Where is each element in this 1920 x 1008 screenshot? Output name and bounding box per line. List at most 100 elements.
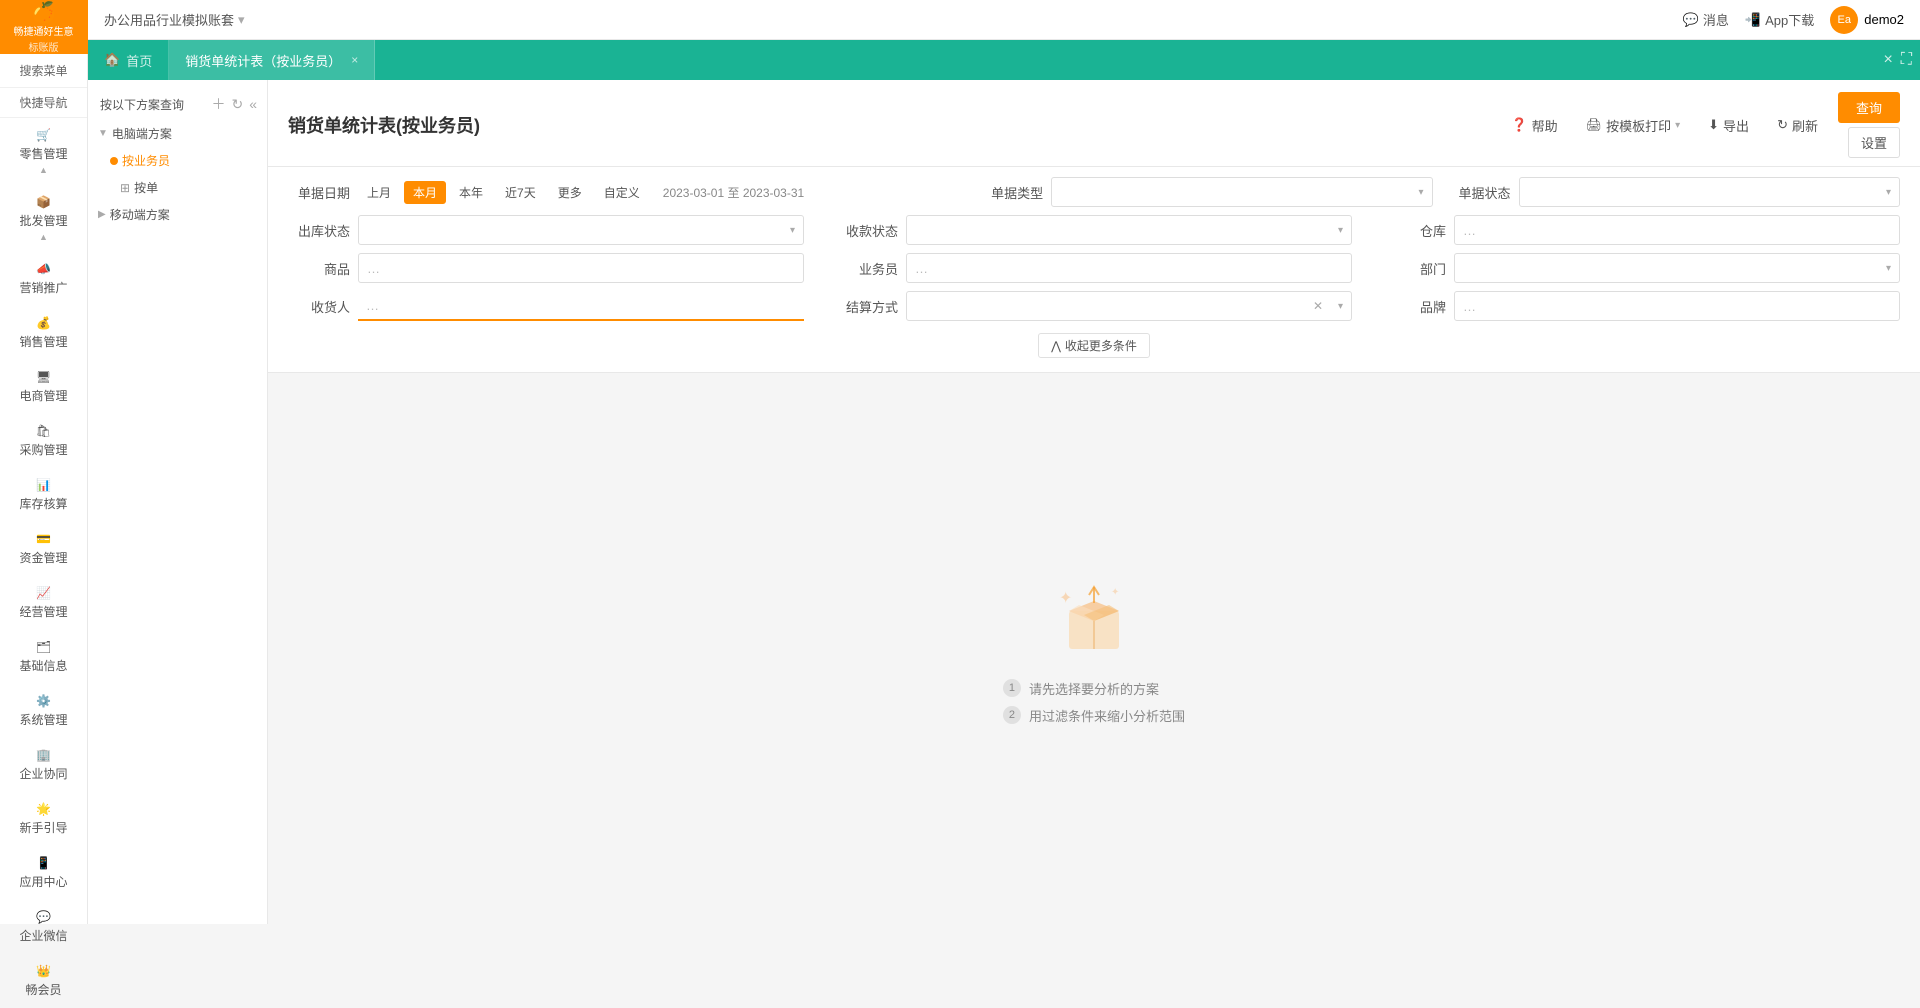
print-button[interactable]: 🖨 按模板打印 ▾ bbox=[1578, 112, 1689, 139]
filter-receipt-status-col: 收款状态 ▾ bbox=[836, 215, 1352, 245]
tab-sales-stat[interactable]: 销货单统计表（按业务员） × bbox=[169, 40, 375, 80]
sales-icon: 💰 bbox=[36, 316, 51, 330]
app-download-button[interactable]: 📲 App下载 bbox=[1745, 10, 1814, 29]
sidebar-search[interactable]: 搜索菜单 bbox=[0, 54, 87, 88]
export-icon: ⬇ bbox=[1708, 117, 1719, 133]
system-icon: ⚙️ bbox=[36, 694, 51, 708]
collapse-panel-icon[interactable]: « bbox=[249, 96, 257, 112]
date-tab-last-month[interactable]: 上月 bbox=[358, 181, 400, 204]
settle-input[interactable]: ✕ ▾ bbox=[906, 291, 1352, 321]
date-tab-this-year[interactable]: 本年 bbox=[450, 181, 492, 204]
topbar-dropdown-icon[interactable]: ▾ bbox=[238, 12, 245, 28]
salesman-input[interactable]: … bbox=[906, 253, 1352, 283]
settle-label: 结算方式 bbox=[836, 297, 906, 316]
add-scheme-icon[interactable]: ＋ bbox=[211, 94, 225, 114]
sidebar-item-newbie[interactable]: 🌟 新手引导 bbox=[0, 792, 87, 846]
tabbar-controls: × ⛶ bbox=[1875, 40, 1920, 80]
date-filter: 上月 本月 本年 近7天 更多 自定义 2023-03-01 至 2023-03… bbox=[358, 181, 804, 204]
sidebar: 🍊 畅捷通好生意 标账版 搜索菜单 快捷导航 🛒 零售管理 ▲ 📦 批发管理 ▲… bbox=[0, 0, 88, 924]
receipt-status-input[interactable]: ▾ bbox=[906, 215, 1352, 245]
sidebar-item-corp[interactable]: 🏢 企业协同 bbox=[0, 738, 87, 792]
sidebar-item-ops[interactable]: 📈 经营管理 bbox=[0, 576, 87, 630]
sidebar-quick-nav[interactable]: 快捷导航 bbox=[0, 88, 87, 118]
sidebar-item-purchase[interactable]: 🛍 采购管理 bbox=[0, 414, 87, 468]
sidebar-item-wholesale[interactable]: 📦 批发管理 ▲ bbox=[0, 185, 87, 252]
hint-2: 2 用过滤条件来缩小分析范围 bbox=[1003, 706, 1185, 725]
date-tab-more[interactable]: 更多 bbox=[549, 181, 591, 204]
help-button[interactable]: ❓ 帮助 bbox=[1503, 112, 1565, 139]
dept-label: 部门 bbox=[1384, 259, 1454, 278]
date-tab-custom[interactable]: 自定义 bbox=[595, 181, 649, 204]
tree-item-salesman[interactable]: 按业务员 bbox=[88, 147, 267, 174]
doc-type-arrow-icon: ▾ bbox=[1419, 187, 1424, 198]
sidebar-item-sales[interactable]: 💰 销售管理 bbox=[0, 306, 87, 360]
left-panel-icons: ＋ ↻ « bbox=[211, 94, 257, 114]
left-panel: 按以下方案查询 ＋ ↻ « ▼ 电脑端方案 按业务员 ⊞ 按单 bbox=[88, 80, 268, 924]
tab-expand-icon[interactable]: ⛶ bbox=[1901, 51, 1912, 69]
sidebar-item-basic[interactable]: 🗂 基础信息 bbox=[0, 630, 87, 684]
topbar-title: 办公用品行业模拟账套 ▾ bbox=[104, 10, 245, 29]
sidebar-item-marketing[interactable]: 📣 营销推广 bbox=[0, 252, 87, 306]
empty-hints: 1 请先选择要分析的方案 2 用过滤条件来缩小分析范围 bbox=[1003, 679, 1185, 725]
left-panel-title: 按以下方案查询 bbox=[100, 96, 184, 113]
page-actions: ❓ 帮助 🖨 按模板打印 ▾ ⬇ 导出 ↻ 刷新 bbox=[1503, 92, 1900, 158]
out-status-arrow-icon: ▾ bbox=[790, 225, 795, 236]
refresh-button[interactable]: ↻ 刷新 bbox=[1769, 112, 1826, 139]
tree-group-pc-header[interactable]: ▼ 电脑端方案 bbox=[88, 120, 267, 147]
date-tab-this-month[interactable]: 本月 bbox=[404, 181, 446, 204]
right-panel: 销货单统计表(按业务员) ❓ 帮助 🖨 按模板打印 ▾ ⬇ 导出 bbox=[268, 80, 1920, 924]
filter-consignee-col: 收货人 … bbox=[288, 291, 804, 321]
user-profile[interactable]: Ea demo2 bbox=[1830, 6, 1904, 34]
settle-clear-icon[interactable]: ✕ bbox=[1313, 299, 1323, 313]
basic-icon: 🗂 bbox=[36, 640, 51, 654]
sidebar-item-apps[interactable]: 📱 应用中心 bbox=[0, 846, 87, 900]
out-status-input[interactable]: ▾ bbox=[358, 215, 804, 245]
sidebar-item-system[interactable]: ⚙️ 系统管理 bbox=[0, 684, 87, 738]
date-range-display: 2023-03-01 至 2023-03-31 bbox=[663, 184, 804, 201]
filter-settle-col: 结算方式 ✕ ▾ bbox=[836, 291, 1352, 321]
sidebar-item-member[interactable]: 👑 畅会员 bbox=[0, 954, 87, 1008]
doc-type-input[interactable]: ▾ bbox=[1051, 177, 1432, 207]
warehouse-input[interactable]: … bbox=[1454, 215, 1900, 245]
wholesale-icon: 📦 bbox=[36, 195, 51, 209]
goods-input[interactable]: … bbox=[358, 253, 804, 283]
sidebar-item-wechat[interactable]: 💬 企业微信 bbox=[0, 900, 87, 954]
sidebar-item-finance[interactable]: 💳 资金管理 bbox=[0, 522, 87, 576]
main-area: 办公用品行业模拟账套 ▾ 💬 消息 📲 App下载 Ea demo2 🏠 首页 … bbox=[88, 0, 1920, 924]
tab-close-icon[interactable]: × bbox=[351, 53, 358, 67]
refresh-scheme-icon[interactable]: ↻ bbox=[231, 96, 243, 113]
svg-text:✦: ✦ bbox=[1111, 587, 1119, 598]
sidebar-item-inventory[interactable]: 📊 库存核算 bbox=[0, 468, 87, 522]
empty-illustration: ✦ ✦ bbox=[1049, 573, 1139, 663]
date-tab-7days[interactable]: 近7天 bbox=[496, 181, 545, 204]
message-button[interactable]: 💬 消息 bbox=[1683, 10, 1729, 29]
brand-input[interactable]: … bbox=[1454, 291, 1900, 321]
tab-home[interactable]: 🏠 首页 bbox=[88, 40, 169, 80]
filter-brand-col: 品牌 … bbox=[1384, 291, 1900, 321]
hint-1: 1 请先选择要分析的方案 bbox=[1003, 679, 1185, 698]
consignee-input[interactable]: … bbox=[358, 291, 804, 321]
query-button[interactable]: 查询 bbox=[1838, 92, 1900, 123]
logo-text: 畅捷通好生意 bbox=[14, 27, 74, 39]
tabbar: 🏠 首页 销货单统计表（按业务员） × × ⛶ bbox=[88, 40, 1920, 80]
tree-group-mobile-header[interactable]: ▶ 移动端方案 bbox=[88, 201, 267, 228]
help-icon: ❓ bbox=[1511, 117, 1527, 133]
collapse-button[interactable]: ⋀ 收起更多条件 bbox=[1038, 333, 1150, 358]
export-button[interactable]: ⬇ 导出 bbox=[1700, 112, 1757, 139]
doc-status-input[interactable]: ▾ bbox=[1519, 177, 1900, 207]
left-panel-header: 按以下方案查询 ＋ ↻ « bbox=[88, 88, 267, 120]
corp-icon: 🏢 bbox=[36, 748, 51, 762]
setting-button[interactable]: 设置 bbox=[1848, 127, 1900, 158]
grid-icon: ⊞ bbox=[120, 181, 130, 195]
filter-warehouse-col: 仓库 … bbox=[1384, 215, 1900, 245]
filter-doc-status-col: 单据状态 ▾ bbox=[1449, 177, 1900, 207]
salesman-label: 业务员 bbox=[836, 259, 906, 278]
dept-input[interactable]: ▾ bbox=[1454, 253, 1900, 283]
sidebar-item-retail[interactable]: 🛒 零售管理 ▲ bbox=[0, 118, 87, 185]
tree-item-order[interactable]: ⊞ 按单 bbox=[88, 174, 267, 201]
out-status-label: 出库状态 bbox=[288, 221, 358, 240]
dept-arrow-icon: ▾ bbox=[1886, 263, 1891, 274]
tree-collapse-icon: ▶ bbox=[98, 209, 106, 220]
sidebar-item-ecom[interactable]: 🖥 电商管理 bbox=[0, 360, 87, 414]
tab-close-all-icon[interactable]: × bbox=[1883, 51, 1892, 69]
